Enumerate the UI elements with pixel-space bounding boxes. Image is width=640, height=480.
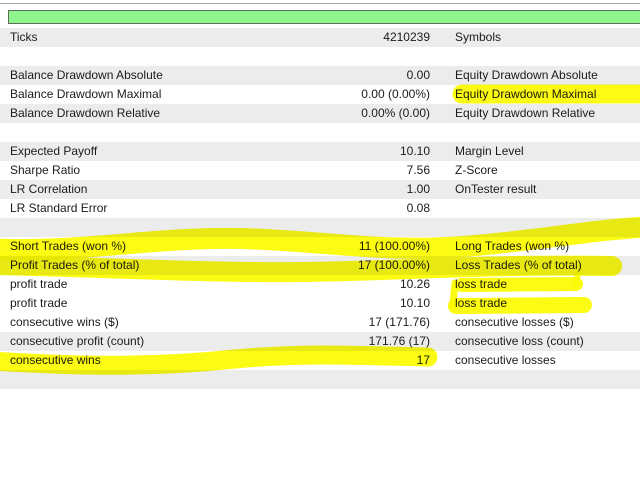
table-row[interactable]: Balance Drawdown Relative 0.00% (0.00) Equ… [0, 104, 640, 123]
table-row[interactable] [0, 123, 640, 142]
metric-value: 7.56 [406, 163, 430, 177]
table-row[interactable]: LR Standard Error 0.08 [0, 199, 640, 218]
metric-label: Sharpe Ratio [10, 163, 81, 177]
metric-value: 171.76 (17) [368, 334, 430, 348]
strategy-tester-report: { "window": { "progress_bar_color": "#90… [0, 0, 640, 480]
table-row[interactable] [0, 370, 640, 389]
metric-label: profit trade [10, 277, 68, 291]
metric-label: Balance Drawdown Relative [10, 106, 161, 120]
metric-label-right: OnTester result [455, 182, 537, 196]
metric-value: 10.10 [399, 144, 430, 158]
metric-label: LR Correlation [10, 182, 88, 196]
metric-label-right: Margin Level [455, 144, 524, 158]
metric-label-right: consecutive loss (count) [455, 334, 584, 348]
table-row[interactable] [0, 47, 640, 66]
metric-label: Balance Drawdown Absolute [10, 68, 163, 82]
metric-label-right: consecutive losses ($) [455, 315, 574, 329]
metric-label: consecutive wins [10, 353, 101, 367]
table-row[interactable]: Profit Trades (% of total) 17 (100.00%) Lo… [0, 256, 640, 275]
metric-value: 1.00 [406, 182, 430, 196]
metric-value: 11 (100.00%) [358, 239, 430, 253]
metric-label-right: loss trade [455, 296, 508, 310]
metric-label: Short Trades (won %) [10, 239, 127, 253]
metric-value: 0.00% (0.00) [361, 106, 430, 120]
metric-label: LR Standard Error [10, 201, 108, 215]
metric-label: Profit Trades (% of total) [10, 258, 140, 272]
metric-label-right: loss trade [455, 277, 508, 291]
metric-value: 0.00 [406, 68, 430, 82]
metric-label-right: Long Trades (won %) [455, 239, 570, 253]
table-row[interactable]: consecutive wins 17 consecutive losses [0, 351, 640, 370]
metric-label: Ticks [10, 30, 38, 44]
table-row[interactable]: consecutive profit (count) 171.76 (17) con… [0, 332, 640, 351]
metric-value: 10.10 [399, 296, 430, 310]
metric-value: 17 [416, 353, 430, 367]
table-row[interactable]: profit trade 10.26 loss trade [0, 275, 640, 294]
metric-value: 0.00 (0.00%) [361, 87, 430, 101]
metric-value: 0.08 [406, 201, 430, 215]
metric-label-right: Symbols [455, 30, 502, 44]
metric-label-right: Equity Drawdown Absolute [455, 68, 598, 82]
table-row[interactable]: LR Correlation 1.00 OnTester result [0, 180, 640, 199]
window-top-border [0, 3, 640, 4]
metric-value: 17 (171.76) [368, 315, 430, 329]
metric-label: Expected Payoff [10, 144, 98, 158]
table-row[interactable] [0, 218, 640, 237]
metric-label: consecutive profit (count) [10, 334, 145, 348]
table-row[interactable]: Short Trades (won %) 11 (100.00%) Long Tra… [0, 237, 640, 256]
table-row[interactable]: Sharpe Ratio 7.56 Z-Score [0, 161, 640, 180]
table-row[interactable]: Expected Payoff 10.10 Margin Level [0, 142, 640, 161]
metric-label: Balance Drawdown Maximal [10, 87, 162, 101]
progress-bar [8, 10, 640, 24]
metric-label-right: consecutive losses [455, 353, 556, 367]
table-row[interactable]: profit trade 10.10 loss trade [0, 294, 640, 313]
table-row[interactable]: consecutive wins ($) 17 (171.76) consecuti… [0, 313, 640, 332]
table-row[interactable]: Balance Drawdown Absolute 0.00 Equity Draw… [0, 66, 640, 85]
metric-label-right: Equity Drawdown Maximal [455, 87, 597, 101]
table-row[interactable]: Ticks 4210239 Symbols [0, 28, 640, 47]
metric-label-right: Equity Drawdown Relative [455, 106, 596, 120]
metric-label: consecutive wins ($) [10, 315, 119, 329]
metric-label-right: Loss Trades (% of total) [455, 258, 582, 272]
metric-value: 17 (100.00%) [357, 258, 430, 272]
table-row[interactable]: Balance Drawdown Maximal 0.00 (0.00%) Equi… [0, 85, 640, 104]
metric-label-right: Z-Score [455, 163, 498, 177]
metric-value: 4210239 [383, 30, 430, 44]
report-table: Ticks 4210239 Symbols Balance Drawdown Abso… [0, 28, 640, 389]
metric-label: profit trade [10, 296, 68, 310]
metric-value: 10.26 [399, 277, 430, 291]
